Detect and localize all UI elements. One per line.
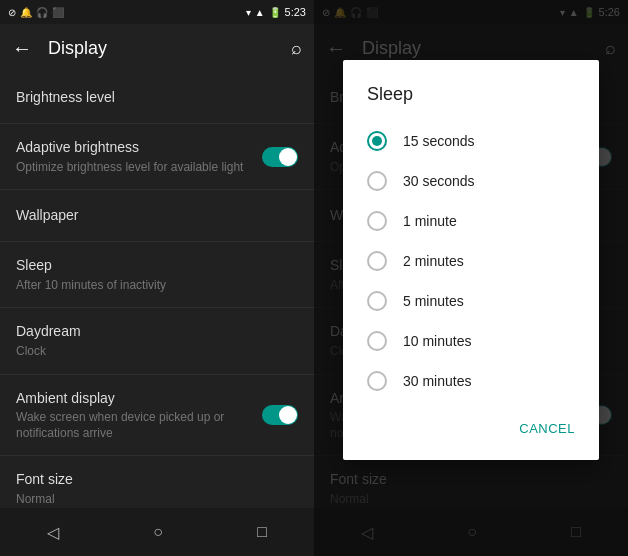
radio-circle-30s <box>367 171 387 191</box>
setting-font-size-title: Font size <box>16 470 298 490</box>
settings-list-1: Brightness level Adaptive brightness Opt… <box>0 72 314 508</box>
setting-font-size-subtitle: Normal <box>16 492 298 508</box>
radio-30-minutes[interactable]: 30 minutes <box>343 361 599 401</box>
radio-label-30m: 30 minutes <box>403 373 471 389</box>
headphone-icon-1: 🎧 <box>36 7 48 18</box>
wifi-icon-1: ▾ <box>246 7 251 18</box>
setting-adaptive-brightness[interactable]: Adaptive brightness Optimize brightness … <box>0 124 314 190</box>
radio-label-30s: 30 seconds <box>403 173 475 189</box>
battery-icon-1: 🔋 <box>269 7 281 18</box>
adaptive-brightness-toggle[interactable] <box>262 147 298 167</box>
toolbar-title-1: Display <box>48 38 291 59</box>
dialog-overlay: Sleep 15 seconds 30 seconds 1 minute <box>314 0 628 556</box>
screen-1: ⊘ 🔔 🎧 ⬛ ▾ ▲ 🔋 5:23 ← Display ⌕ Brightnes… <box>0 0 314 556</box>
radio-circle-30m <box>367 371 387 391</box>
signal-icon-1: ▲ <box>255 7 265 18</box>
radio-circle-5m <box>367 291 387 311</box>
status-bar-right-1: ▾ ▲ 🔋 5:23 <box>246 6 306 18</box>
dialog-title: Sleep <box>343 84 599 121</box>
sim-icon-1: ⊘ <box>8 7 16 18</box>
toggle-thumb <box>279 148 297 166</box>
setting-wallpaper-title: Wallpaper <box>16 206 298 226</box>
screen-2: ⊘ 🔔 🎧 ⬛ ▾ ▲ 🔋 5:26 ← Display ⌕ Brightnes… <box>314 0 628 556</box>
setting-adaptive-brightness-subtitle: Optimize brightness level for available … <box>16 160 250 176</box>
setting-ambient-display-subtitle: Wake screen when device picked up or not… <box>16 410 250 441</box>
home-nav-1[interactable]: ○ <box>133 515 183 549</box>
time-1: 5:23 <box>285 6 306 18</box>
radio-label-15s: 15 seconds <box>403 133 475 149</box>
back-nav-1[interactable]: ◁ <box>27 515 79 550</box>
search-icon-1[interactable]: ⌕ <box>291 38 302 59</box>
sleep-dialog: Sleep 15 seconds 30 seconds 1 minute <box>343 60 599 460</box>
dialog-actions: CANCEL <box>343 405 599 452</box>
recents-nav-1[interactable]: □ <box>237 515 287 549</box>
setting-sleep[interactable]: Sleep After 10 minutes of inactivity <box>0 242 314 308</box>
radio-inner-15s <box>372 136 382 146</box>
setting-daydream[interactable]: Daydream Clock <box>0 308 314 374</box>
radio-circle-10m <box>367 331 387 351</box>
toggle-thumb-ambient <box>279 406 297 424</box>
radio-label-5m: 5 minutes <box>403 293 464 309</box>
radio-label-10m: 10 minutes <box>403 333 471 349</box>
setting-font-size[interactable]: Font size Normal <box>0 456 314 508</box>
setting-ambient-display[interactable]: Ambient display Wake screen when device … <box>0 375 314 457</box>
status-bar-1: ⊘ 🔔 🎧 ⬛ ▾ ▲ 🔋 5:23 <box>0 0 314 24</box>
radio-label-2m: 2 minutes <box>403 253 464 269</box>
back-button-1[interactable]: ← <box>12 37 32 60</box>
setting-sleep-subtitle: After 10 minutes of inactivity <box>16 278 298 294</box>
radio-30-seconds[interactable]: 30 seconds <box>343 161 599 201</box>
radio-2-minutes[interactable]: 2 minutes <box>343 241 599 281</box>
radio-circle-2m <box>367 251 387 271</box>
setting-daydream-title: Daydream <box>16 322 298 342</box>
usb-icon-1: ⬛ <box>52 7 64 18</box>
radio-5-minutes[interactable]: 5 minutes <box>343 281 599 321</box>
notification-icon-1: 🔔 <box>20 7 32 18</box>
cancel-button[interactable]: CANCEL <box>511 413 583 444</box>
setting-ambient-display-title: Ambient display <box>16 389 250 409</box>
radio-circle-15s <box>367 131 387 151</box>
setting-wallpaper[interactable]: Wallpaper <box>0 190 314 242</box>
setting-brightness-level-title: Brightness level <box>16 88 298 108</box>
setting-sleep-title: Sleep <box>16 256 298 276</box>
setting-adaptive-brightness-title: Adaptive brightness <box>16 138 250 158</box>
radio-15-seconds[interactable]: 15 seconds <box>343 121 599 161</box>
radio-10-minutes[interactable]: 10 minutes <box>343 321 599 361</box>
radio-label-1m: 1 minute <box>403 213 457 229</box>
radio-circle-1m <box>367 211 387 231</box>
setting-brightness-level[interactable]: Brightness level <box>0 72 314 124</box>
status-bar-left-1: ⊘ 🔔 🎧 ⬛ <box>8 7 64 18</box>
toolbar-1: ← Display ⌕ <box>0 24 314 72</box>
nav-bar-1: ◁ ○ □ <box>0 508 314 556</box>
setting-daydream-subtitle: Clock <box>16 344 298 360</box>
ambient-display-toggle[interactable] <box>262 405 298 425</box>
radio-1-minute[interactable]: 1 minute <box>343 201 599 241</box>
